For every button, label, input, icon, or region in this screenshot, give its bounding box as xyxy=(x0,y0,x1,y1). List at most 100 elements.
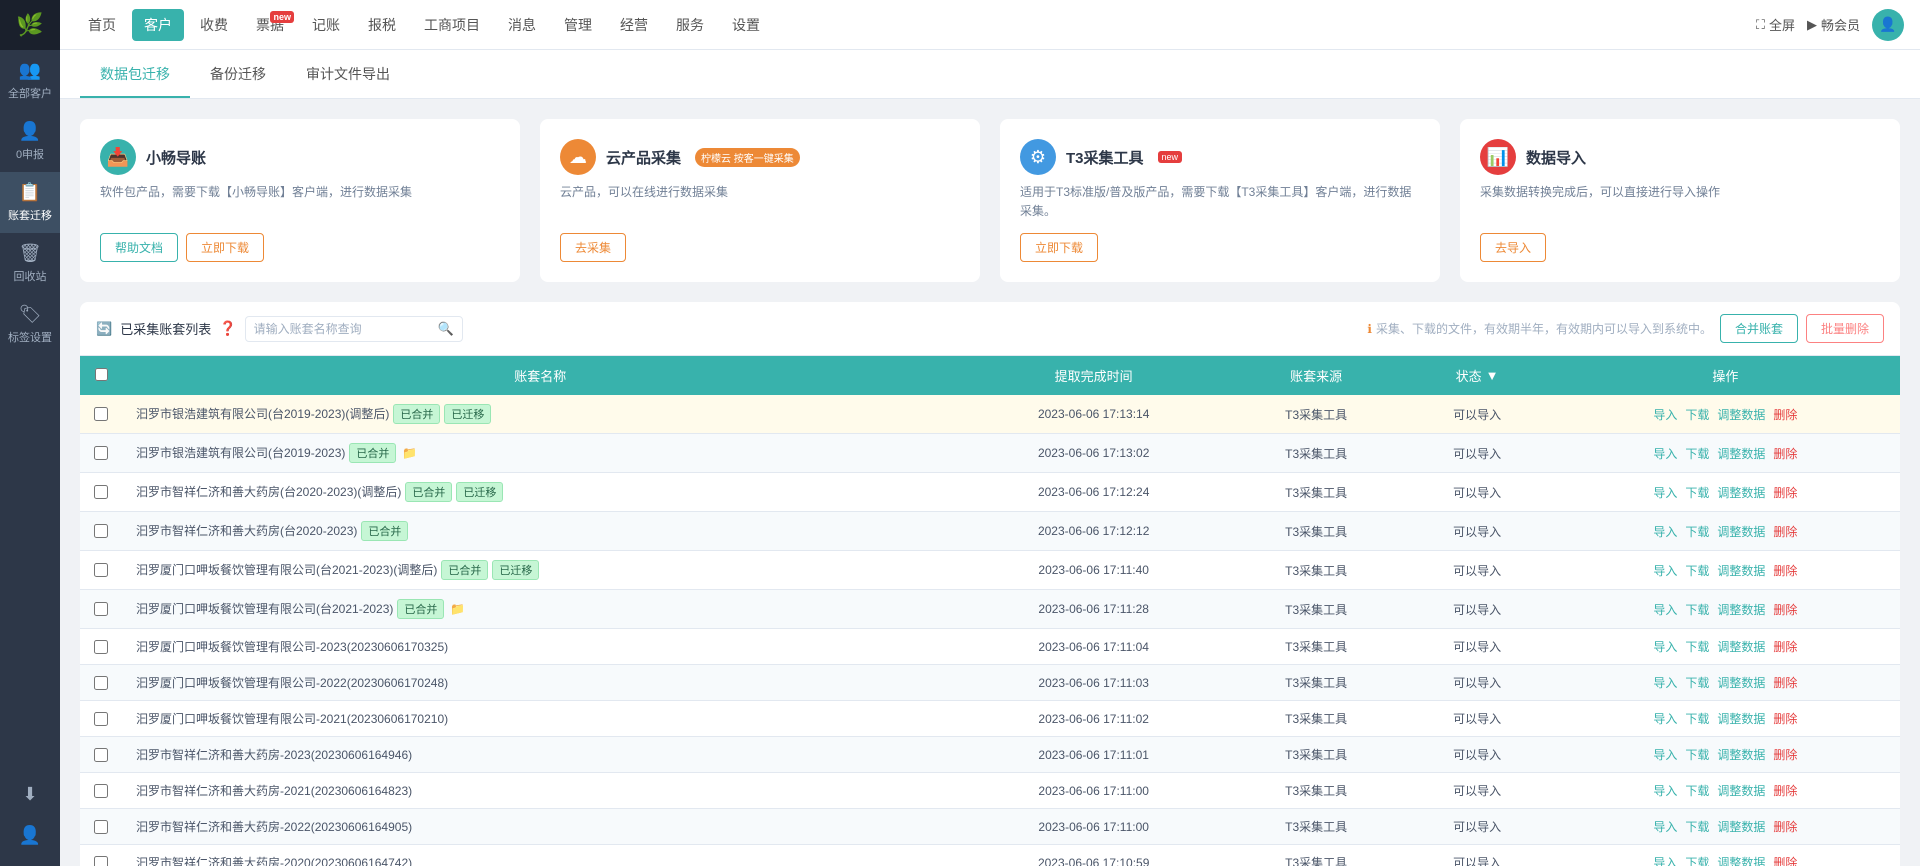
folder-icon[interactable]: 📁 xyxy=(450,602,465,616)
row-checkbox[interactable] xyxy=(94,602,108,616)
action-下载[interactable]: 下载 xyxy=(1685,748,1709,762)
action-导入[interactable]: 导入 xyxy=(1653,712,1677,726)
action-下载[interactable]: 下载 xyxy=(1685,640,1709,654)
action-调整数据[interactable]: 调整数据 xyxy=(1717,603,1765,617)
sidebar-item-tag-settings[interactable]: 🏷 标签设置 xyxy=(0,294,60,355)
nav-clients[interactable]: 客户 xyxy=(132,9,184,41)
nav-industry[interactable]: 工商项目 xyxy=(412,9,492,41)
action-导入[interactable]: 导入 xyxy=(1653,408,1677,422)
action-下载[interactable]: 下载 xyxy=(1685,486,1709,500)
nav-tax[interactable]: 报税 xyxy=(356,9,408,41)
nav-home[interactable]: 首页 xyxy=(76,9,128,41)
member-button[interactable]: ▶ 畅会员 xyxy=(1807,15,1860,34)
action-导入[interactable]: 导入 xyxy=(1653,564,1677,578)
action-删除[interactable]: 删除 xyxy=(1773,784,1797,798)
nav-service[interactable]: 服务 xyxy=(664,9,716,41)
row-checkbox[interactable] xyxy=(94,446,108,460)
th-status[interactable]: 状态 ▼ xyxy=(1403,356,1550,395)
row-checkbox[interactable] xyxy=(94,485,108,499)
action-删除[interactable]: 删除 xyxy=(1773,525,1797,539)
action-调整数据[interactable]: 调整数据 xyxy=(1717,640,1765,654)
folder-icon[interactable]: 📁 xyxy=(402,446,417,460)
row-checkbox[interactable] xyxy=(94,563,108,577)
action-调整数据[interactable]: 调整数据 xyxy=(1717,748,1765,762)
action-调整数据[interactable]: 调整数据 xyxy=(1717,564,1765,578)
t3-download-button[interactable]: 立即下载 xyxy=(1020,233,1098,262)
go-collect-button[interactable]: 去采集 xyxy=(560,233,626,262)
action-删除[interactable]: 删除 xyxy=(1773,447,1797,461)
refresh-icon[interactable]: 🔄 xyxy=(96,321,112,337)
action-删除[interactable]: 删除 xyxy=(1773,408,1797,422)
action-调整数据[interactable]: 调整数据 xyxy=(1717,525,1765,539)
action-下载[interactable]: 下载 xyxy=(1685,603,1709,617)
row-checkbox[interactable] xyxy=(94,748,108,762)
action-下载[interactable]: 下载 xyxy=(1685,408,1709,422)
action-导入[interactable]: 导入 xyxy=(1653,784,1677,798)
action-调整数据[interactable]: 调整数据 xyxy=(1717,820,1765,834)
action-调整数据[interactable]: 调整数据 xyxy=(1717,676,1765,690)
action-导入[interactable]: 导入 xyxy=(1653,856,1677,866)
action-删除[interactable]: 删除 xyxy=(1773,856,1797,866)
row-checkbox[interactable] xyxy=(94,640,108,654)
fullscreen-button[interactable]: ⛶ 全屏 xyxy=(1756,15,1795,34)
nav-messages[interactable]: 消息 xyxy=(496,9,548,41)
sidebar-item-all-clients[interactable]: 👥 全部客户 xyxy=(0,50,60,111)
sidebar-item-download[interactable]: ⬇ xyxy=(0,774,60,815)
sidebar-item-recycle[interactable]: 🗑 回收站 xyxy=(0,233,60,294)
action-删除[interactable]: 删除 xyxy=(1773,748,1797,762)
action-下载[interactable]: 下载 xyxy=(1685,676,1709,690)
row-checkbox[interactable] xyxy=(94,856,108,866)
action-删除[interactable]: 删除 xyxy=(1773,603,1797,617)
nav-fees[interactable]: 收费 xyxy=(188,9,240,41)
action-删除[interactable]: 删除 xyxy=(1773,486,1797,500)
row-checkbox[interactable] xyxy=(94,676,108,690)
action-删除[interactable]: 删除 xyxy=(1773,712,1797,726)
action-导入[interactable]: 导入 xyxy=(1653,820,1677,834)
nav-settings[interactable]: 设置 xyxy=(720,9,772,41)
action-调整数据[interactable]: 调整数据 xyxy=(1717,447,1765,461)
action-下载[interactable]: 下载 xyxy=(1685,856,1709,866)
subtab-backup-migration[interactable]: 备份迁移 xyxy=(190,50,286,98)
merge-accounts-button[interactable]: 合并账套 xyxy=(1720,314,1798,343)
nav-operation[interactable]: 经营 xyxy=(608,9,660,41)
action-导入[interactable]: 导入 xyxy=(1653,748,1677,762)
nav-manage[interactable]: 管理 xyxy=(552,9,604,41)
action-下载[interactable]: 下载 xyxy=(1685,447,1709,461)
action-导入[interactable]: 导入 xyxy=(1653,486,1677,500)
action-下载[interactable]: 下载 xyxy=(1685,525,1709,539)
avatar[interactable]: 👤 xyxy=(1872,9,1904,41)
action-下载[interactable]: 下载 xyxy=(1685,564,1709,578)
action-导入[interactable]: 导入 xyxy=(1653,603,1677,617)
nav-invoices[interactable]: 票据new xyxy=(244,9,296,41)
action-下载[interactable]: 下载 xyxy=(1685,712,1709,726)
action-调整数据[interactable]: 调整数据 xyxy=(1717,712,1765,726)
action-导入[interactable]: 导入 xyxy=(1653,525,1677,539)
row-checkbox[interactable] xyxy=(94,784,108,798)
action-删除[interactable]: 删除 xyxy=(1773,820,1797,834)
action-导入[interactable]: 导入 xyxy=(1653,640,1677,654)
row-checkbox[interactable] xyxy=(94,820,108,834)
sidebar-item-user[interactable]: 👤 xyxy=(0,815,60,856)
select-all-checkbox[interactable] xyxy=(95,368,108,381)
subtab-data-migration[interactable]: 数据包迁移 xyxy=(80,50,190,98)
help-doc-button[interactable]: 帮助文档 xyxy=(100,233,178,262)
action-导入[interactable]: 导入 xyxy=(1653,676,1677,690)
action-删除[interactable]: 删除 xyxy=(1773,564,1797,578)
sidebar-item-account-migration[interactable]: 📋 账套迁移 xyxy=(0,172,60,233)
action-调整数据[interactable]: 调整数据 xyxy=(1717,784,1765,798)
go-import-button[interactable]: 去导入 xyxy=(1480,233,1546,262)
help-circle-icon[interactable]: ❓ xyxy=(219,320,236,337)
action-删除[interactable]: 删除 xyxy=(1773,640,1797,654)
search-icon[interactable]: 🔍 xyxy=(438,321,454,337)
action-调整数据[interactable]: 调整数据 xyxy=(1717,856,1765,866)
action-调整数据[interactable]: 调整数据 xyxy=(1717,486,1765,500)
row-checkbox[interactable] xyxy=(94,407,108,421)
search-input[interactable] xyxy=(254,322,434,336)
action-调整数据[interactable]: 调整数据 xyxy=(1717,408,1765,422)
sidebar-item-zero-report[interactable]: 👤 0申报 xyxy=(0,111,60,172)
action-删除[interactable]: 删除 xyxy=(1773,676,1797,690)
download-now-button[interactable]: 立即下载 xyxy=(186,233,264,262)
action-下载[interactable]: 下载 xyxy=(1685,784,1709,798)
subtab-audit-export[interactable]: 审计文件导出 xyxy=(286,50,410,98)
nav-bookkeeping[interactable]: 记账 xyxy=(300,9,352,41)
